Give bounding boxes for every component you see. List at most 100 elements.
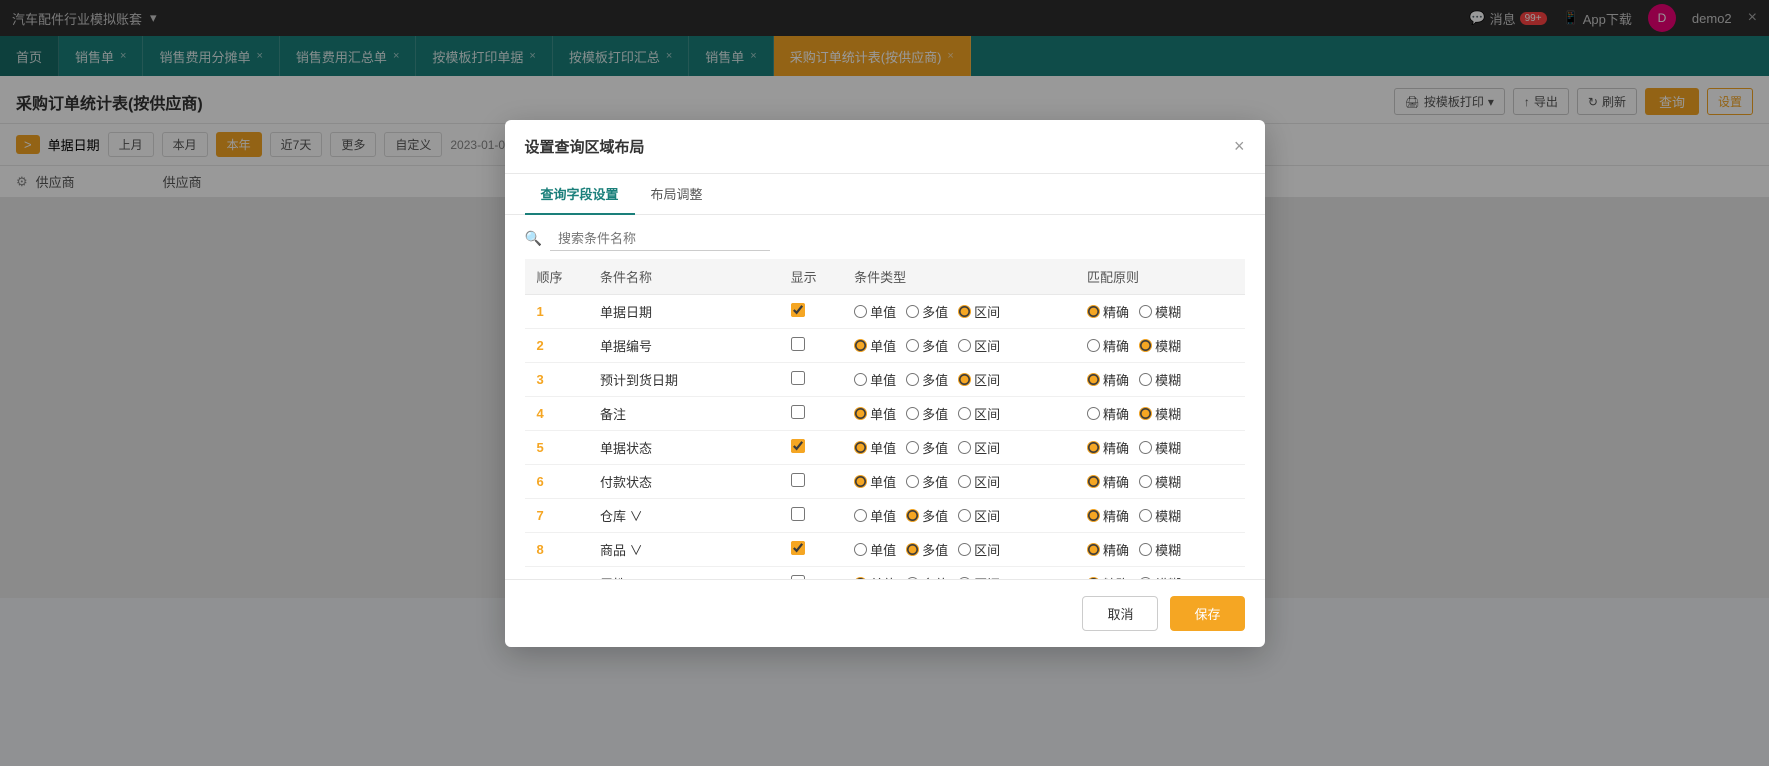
type-radio-区间-2[interactable] [958, 339, 971, 352]
modal-tabs: 查询字段设置 布局调整 [505, 174, 1265, 215]
row-type: 单值多值区间 [842, 566, 1075, 579]
row-name: 单据状态 [588, 430, 779, 464]
modal-search-input[interactable] [550, 227, 770, 251]
row-type: 单值多值区间 [842, 430, 1075, 464]
row-type: 单值多值区间 [842, 294, 1075, 328]
save-btn[interactable]: 保存 [1170, 596, 1244, 631]
row-match: 精确模糊 [1075, 328, 1244, 362]
row-display [779, 498, 843, 532]
display-checkbox-2[interactable] [791, 337, 805, 351]
type-radio-多值-8[interactable] [906, 543, 919, 556]
type-radio-单值-5[interactable] [854, 441, 867, 454]
row-match: 精确模糊 [1075, 430, 1244, 464]
table-row: 9属性 ∨ 单值多值区间精确模糊 [525, 566, 1245, 579]
type-radio-区间-6[interactable] [958, 475, 971, 488]
row-display [779, 294, 843, 328]
modal-tab-fields[interactable]: 查询字段设置 [525, 174, 635, 215]
match-radio-模糊-1[interactable] [1139, 305, 1152, 318]
row-match: 精确模糊 [1075, 566, 1244, 579]
row-name: 备注 [588, 396, 779, 430]
row-order: 3 [525, 362, 589, 396]
match-radio-模糊-2[interactable] [1139, 339, 1152, 352]
row-name: 单据日期 [588, 294, 779, 328]
modal-title: 设置查询区域布局 [525, 136, 645, 157]
match-radio-模糊-4[interactable] [1139, 407, 1152, 420]
table-row: 5单据状态 单值多值区间精确模糊 [525, 430, 1245, 464]
type-radio-区间-7[interactable] [958, 509, 971, 522]
type-radio-多值-7[interactable] [906, 509, 919, 522]
modal-tab-layout-label: 布局调整 [651, 187, 703, 202]
match-radio-精确-8[interactable] [1087, 543, 1100, 556]
type-radio-区间-5[interactable] [958, 441, 971, 454]
row-display [779, 430, 843, 464]
row-order: 6 [525, 464, 589, 498]
display-checkbox-7[interactable] [791, 507, 805, 521]
modal-header: 设置查询区域布局 × [505, 120, 1265, 174]
display-checkbox-5[interactable] [791, 439, 805, 453]
row-order: 4 [525, 396, 589, 430]
row-match: 精确模糊 [1075, 532, 1244, 566]
row-order: 7 [525, 498, 589, 532]
match-radio-精确-3[interactable] [1087, 373, 1100, 386]
match-radio-精确-2[interactable] [1087, 339, 1100, 352]
type-radio-多值-3[interactable] [906, 373, 919, 386]
type-radio-单值-8[interactable] [854, 543, 867, 556]
type-radio-单值-4[interactable] [854, 407, 867, 420]
cancel-btn[interactable]: 取消 [1082, 596, 1158, 631]
type-radio-区间-1[interactable] [958, 305, 971, 318]
type-radio-区间-3[interactable] [958, 373, 971, 386]
type-radio-单值-1[interactable] [854, 305, 867, 318]
table-row: 3预计到货日期单值多值区间精确模糊 [525, 362, 1245, 396]
match-radio-模糊-8[interactable] [1139, 543, 1152, 556]
table-row: 8商品 ∨单值多值区间精确模糊 [525, 532, 1245, 566]
modal-close-btn[interactable]: × [1234, 137, 1245, 155]
row-type: 单值多值区间 [842, 362, 1075, 396]
row-name: 预计到货日期 [588, 362, 779, 396]
type-radio-多值-2[interactable] [906, 339, 919, 352]
col-header-type: 条件类型 [842, 259, 1075, 295]
match-radio-模糊-7[interactable] [1139, 509, 1152, 522]
row-match: 精确模糊 [1075, 396, 1244, 430]
row-type: 单值多值区间 [842, 396, 1075, 430]
row-name: 商品 ∨ [588, 532, 779, 566]
match-radio-精确-6[interactable] [1087, 475, 1100, 488]
col-header-match: 匹配原则 [1075, 259, 1244, 295]
match-radio-模糊-5[interactable] [1139, 441, 1152, 454]
match-radio-模糊-3[interactable] [1139, 373, 1152, 386]
row-display [779, 396, 843, 430]
row-order: 2 [525, 328, 589, 362]
display-checkbox-6[interactable] [791, 473, 805, 487]
type-radio-单值-6[interactable] [854, 475, 867, 488]
display-checkbox-8[interactable] [791, 541, 805, 555]
display-checkbox-1[interactable] [791, 303, 805, 317]
match-radio-精确-1[interactable] [1087, 305, 1100, 318]
row-match: 精确模糊 [1075, 498, 1244, 532]
row-name: 属性 ∨ [588, 566, 779, 579]
row-order: 5 [525, 430, 589, 464]
type-radio-单值-2[interactable] [854, 339, 867, 352]
match-radio-精确-4[interactable] [1087, 407, 1100, 420]
modal-footer: 取消 保存 [505, 579, 1265, 647]
table-row: 7仓库 ∨单值多值区间精确模糊 [525, 498, 1245, 532]
row-display [779, 532, 843, 566]
modal-tab-layout[interactable]: 布局调整 [635, 174, 719, 215]
type-radio-单值-3[interactable] [854, 373, 867, 386]
row-type: 单值多值区间 [842, 532, 1075, 566]
type-radio-单值-7[interactable] [854, 509, 867, 522]
match-radio-模糊-6[interactable] [1139, 475, 1152, 488]
type-radio-多值-5[interactable] [906, 441, 919, 454]
type-radio-区间-4[interactable] [958, 407, 971, 420]
display-checkbox-4[interactable] [791, 405, 805, 419]
type-radio-多值-6[interactable] [906, 475, 919, 488]
table-row: 2单据编号单值多值区间精确模糊 [525, 328, 1245, 362]
row-order: 9 [525, 566, 589, 579]
display-checkbox-3[interactable] [791, 371, 805, 385]
row-display [779, 362, 843, 396]
match-radio-精确-7[interactable] [1087, 509, 1100, 522]
type-radio-区间-8[interactable] [958, 543, 971, 556]
type-radio-多值-1[interactable] [906, 305, 919, 318]
row-display [779, 464, 843, 498]
type-radio-多值-4[interactable] [906, 407, 919, 420]
row-type: 单值多值区间 [842, 328, 1075, 362]
match-radio-精确-5[interactable] [1087, 441, 1100, 454]
